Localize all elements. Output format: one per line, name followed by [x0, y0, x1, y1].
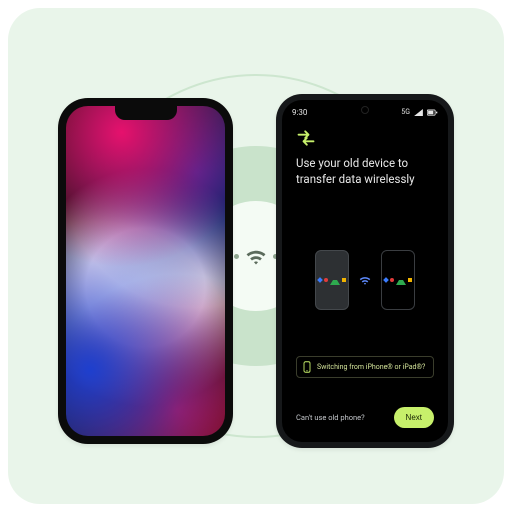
battery-icon [427, 109, 438, 116]
network-label: 5G [401, 108, 410, 116]
wifi-icon [359, 275, 371, 285]
old-device-thumb [315, 250, 349, 310]
pulse-dot [234, 254, 239, 259]
signal-icon [414, 109, 423, 116]
old-phone-wallpaper [66, 106, 225, 436]
cant-use-old-phone-link[interactable]: Can't use old phone? [296, 413, 365, 422]
next-button[interactable]: Next [394, 407, 434, 428]
device-pair-illustration [282, 250, 448, 310]
wifi-icon [245, 247, 267, 265]
new-phone-mockup: 9:30 5G Use your old device to transfer … [276, 94, 454, 448]
switch-from-iphone-row[interactable]: Switching from iPhone® or iPad®? [296, 356, 434, 378]
new-phone-screen: 9:30 5G Use your old device to transfer … [282, 100, 448, 442]
setup-headline: Use your old device to transfer data wir… [296, 156, 434, 187]
new-device-thumb [381, 250, 415, 310]
old-phone-mockup [58, 98, 233, 444]
switch-from-iphone-label: Switching from iPhone® or iPad®? [317, 363, 425, 371]
iphone-icon [303, 361, 311, 373]
setup-footer: Can't use old phone? Next [296, 407, 434, 428]
status-bar: 9:30 5G [292, 106, 438, 118]
transfer-arrows-icon [296, 130, 316, 150]
hero-card: 9:30 5G Use your old device to transfer … [8, 8, 504, 504]
notch [115, 106, 177, 120]
status-time: 9:30 [292, 108, 307, 117]
